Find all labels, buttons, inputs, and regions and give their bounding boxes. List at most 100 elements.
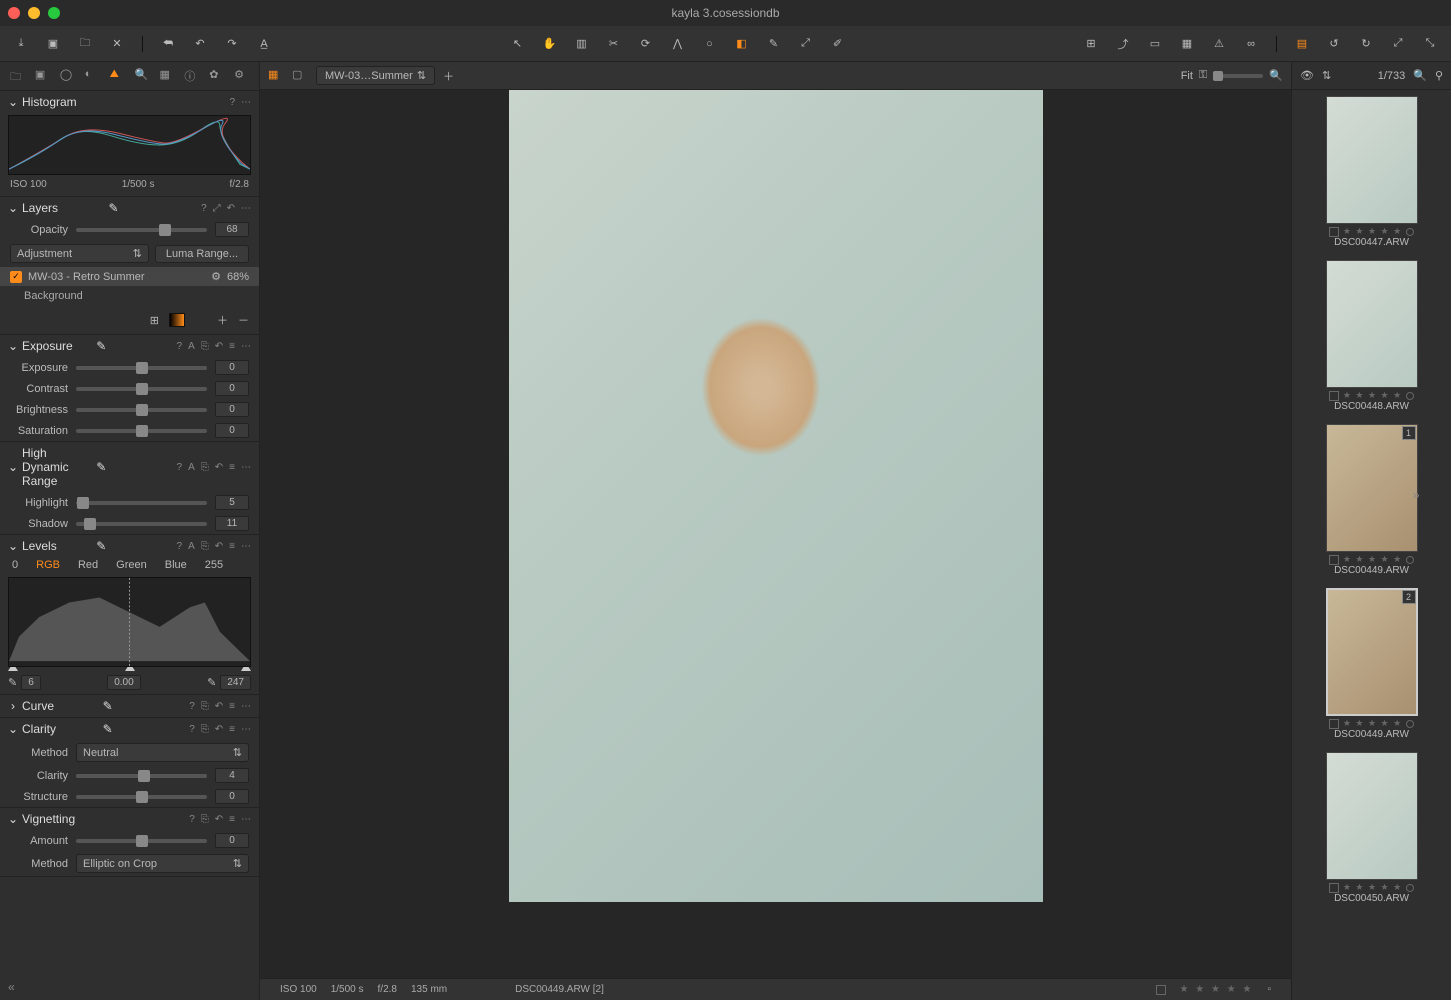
help-icon[interactable]: ? [177, 341, 183, 352]
expand-icon[interactable]: ⤢ [213, 203, 221, 214]
preset-icon[interactable]: ≡ [229, 541, 235, 552]
exposure-value[interactable]: 0 [215, 360, 249, 375]
heal-tool-icon[interactable]: ✐ [829, 35, 847, 53]
saturation-value[interactable]: 0 [215, 423, 249, 438]
brightness-value[interactable]: 0 [215, 402, 249, 417]
window-minimize-button[interactable] [28, 7, 40, 19]
exposure-header[interactable]: ⌄ Exposure ✎ ?A⎘↶≡⋯ [0, 335, 259, 357]
auto-icon[interactable]: A [188, 462, 195, 473]
eraser-tool-icon[interactable]: ⤢ [797, 35, 815, 53]
thumbnail-item[interactable]: 2 ★ ★ ★ ★ ★ DSC00449.ARW [1326, 588, 1418, 740]
redo-undo-icon[interactable]: ↶ [191, 35, 209, 53]
layer-background[interactable]: Background [0, 286, 259, 306]
shadow-slider[interactable] [76, 522, 207, 526]
rotate-right-icon[interactable]: ↻ [1357, 35, 1375, 53]
menu-icon[interactable]: ⋯ [241, 814, 251, 825]
window-zoom-button[interactable] [48, 7, 60, 19]
layers-header[interactable]: ⌄ Layers ✎ ?⤢↶⋯ [0, 197, 259, 219]
picker-icon[interactable]: ✎ [109, 201, 119, 215]
vignetting-header[interactable]: ⌄ Vignetting ?⎘↶≡⋯ [0, 808, 259, 830]
cancel-icon[interactable]: ✕ [108, 35, 126, 53]
add-variant-icon[interactable]: ＋ [443, 68, 454, 84]
thumb-color-tag[interactable] [1406, 884, 1414, 892]
thumbnail-item[interactable]: ★ ★ ★ ★ ★ DSC00450.ARW [1326, 752, 1418, 904]
reset-icon[interactable]: ↶ [215, 541, 223, 552]
thumb-pick-checkbox[interactable] [1329, 391, 1339, 401]
vignetting-method-dropdown[interactable]: Elliptic on Crop⇅ [76, 854, 249, 873]
expand-icon[interactable]: ⤢ [1389, 35, 1407, 53]
thumb-pick-checkbox[interactable] [1329, 555, 1339, 565]
sort-icon[interactable]: ⇅ [1322, 69, 1331, 82]
thumb-color-tag[interactable] [1406, 720, 1414, 728]
menu-icon[interactable]: ⋯ [241, 97, 251, 108]
remove-layer-icon[interactable]: － [238, 312, 249, 328]
thumb-rating[interactable]: ★ ★ ★ ★ ★ [1343, 882, 1402, 893]
window-close-button[interactable] [8, 7, 20, 19]
color-tab-icon[interactable]: ◐ [85, 68, 100, 84]
browser-filter-icon[interactable]: ⚲ [1435, 69, 1443, 82]
copy-icon[interactable]: ⎘ [201, 814, 209, 825]
levels-graph[interactable] [8, 577, 251, 667]
contrast-slider[interactable] [76, 387, 207, 391]
thumbnail-item[interactable]: ★ ★ ★ ★ ★ DSC00448.ARW [1326, 260, 1418, 412]
details-tab-icon[interactable]: ▦ [159, 68, 174, 84]
histogram-header[interactable]: ⌄ Histogram ?⋯ [0, 91, 259, 113]
thumb-color-tag[interactable] [1406, 556, 1414, 564]
grid-view-icon[interactable]: ▦ [268, 68, 284, 84]
variant-selector[interactable]: MW-03…Summer⇅ [316, 66, 435, 85]
focus-mask-icon[interactable]: ∞ [1242, 35, 1260, 53]
catalog-icon[interactable]: 🗀 [76, 35, 94, 53]
copy-icon[interactable]: ⎘ [201, 541, 209, 552]
rotate-tool-icon[interactable]: ⟳ [637, 35, 655, 53]
layer-mask-icon[interactable]: ⊞ [150, 314, 159, 327]
zoom-lock-icon[interactable]: ⚿ [1199, 69, 1207, 82]
luma-range-button[interactable]: Luma Range... [155, 245, 249, 263]
thumb-pick-checkbox[interactable] [1329, 719, 1339, 729]
help-icon[interactable]: ? [201, 203, 207, 214]
picker-icon[interactable]: ✎ [103, 699, 113, 713]
loupe-tool-icon[interactable]: ▥ [573, 35, 591, 53]
spot-tool-icon[interactable]: ○ [701, 35, 719, 53]
menu-icon[interactable]: ⋯ [241, 701, 251, 712]
undo-icon[interactable]: ⮪ [159, 35, 177, 53]
layer-settings-icon[interactable]: ⚙ [211, 270, 221, 283]
clarity-method-dropdown[interactable]: Neutral⇅ [76, 743, 249, 762]
picker-icon[interactable]: ✎ [103, 722, 113, 736]
auto-icon[interactable]: A [188, 541, 195, 552]
image-viewer[interactable] [260, 90, 1291, 978]
reset-icon[interactable]: ↶ [227, 203, 235, 214]
single-view-icon[interactable]: ▢ [292, 68, 308, 84]
levels-green-tab[interactable]: Green [116, 559, 147, 571]
crop-tool-icon[interactable]: ✂ [605, 35, 623, 53]
pick-checkbox[interactable] [1156, 985, 1166, 995]
expand-thumb-icon[interactable]: » [1413, 488, 1420, 502]
gradient-swatch-icon[interactable] [169, 313, 185, 327]
contrast-value[interactable]: 0 [215, 381, 249, 396]
gradient-tool-icon[interactable]: ◧ [733, 35, 751, 53]
brush-tool-icon[interactable]: ✎ [765, 35, 783, 53]
saturation-slider[interactable] [76, 429, 207, 433]
reset-icon[interactable]: ↶ [215, 724, 223, 735]
exposure-tab-icon[interactable]: ⛰ [110, 68, 125, 84]
settings-tab-icon[interactable]: ⚙ [234, 68, 249, 84]
menu-icon[interactable]: ⋯ [241, 462, 251, 473]
structure-slider[interactable] [76, 795, 207, 799]
annotation-icon[interactable]: A̲ [255, 35, 273, 53]
help-icon[interactable]: ? [189, 814, 195, 825]
collapse-icon[interactable]: ⤡ [1421, 35, 1439, 53]
hdr-header[interactable]: ⌄ High Dynamic Range ✎ ?A⎘↶≡⋯ [0, 442, 259, 492]
levels-rgb-tab[interactable]: RGB [36, 559, 60, 571]
thumbnail-item[interactable]: 1» ★ ★ ★ ★ ★ DSC00449.ARW [1326, 424, 1418, 576]
vignetting-amount-slider[interactable] [76, 839, 207, 843]
brightness-slider[interactable] [76, 408, 207, 412]
adjustment-dropdown[interactable]: Adjustment⇅ [10, 244, 149, 263]
menu-icon[interactable]: ⋯ [241, 724, 251, 735]
metadata-tab-icon[interactable]: ⓘ [184, 68, 199, 84]
shadow-picker-icon[interactable]: ✎ [8, 676, 17, 689]
highlight-slider[interactable] [76, 501, 207, 505]
picker-icon[interactable]: ✎ [96, 539, 106, 553]
reset-icon[interactable]: ↶ [215, 462, 223, 473]
redo-icon[interactable]: ↷ [223, 35, 241, 53]
thumb-pick-checkbox[interactable] [1329, 227, 1339, 237]
exposure-slider[interactable] [76, 366, 207, 370]
